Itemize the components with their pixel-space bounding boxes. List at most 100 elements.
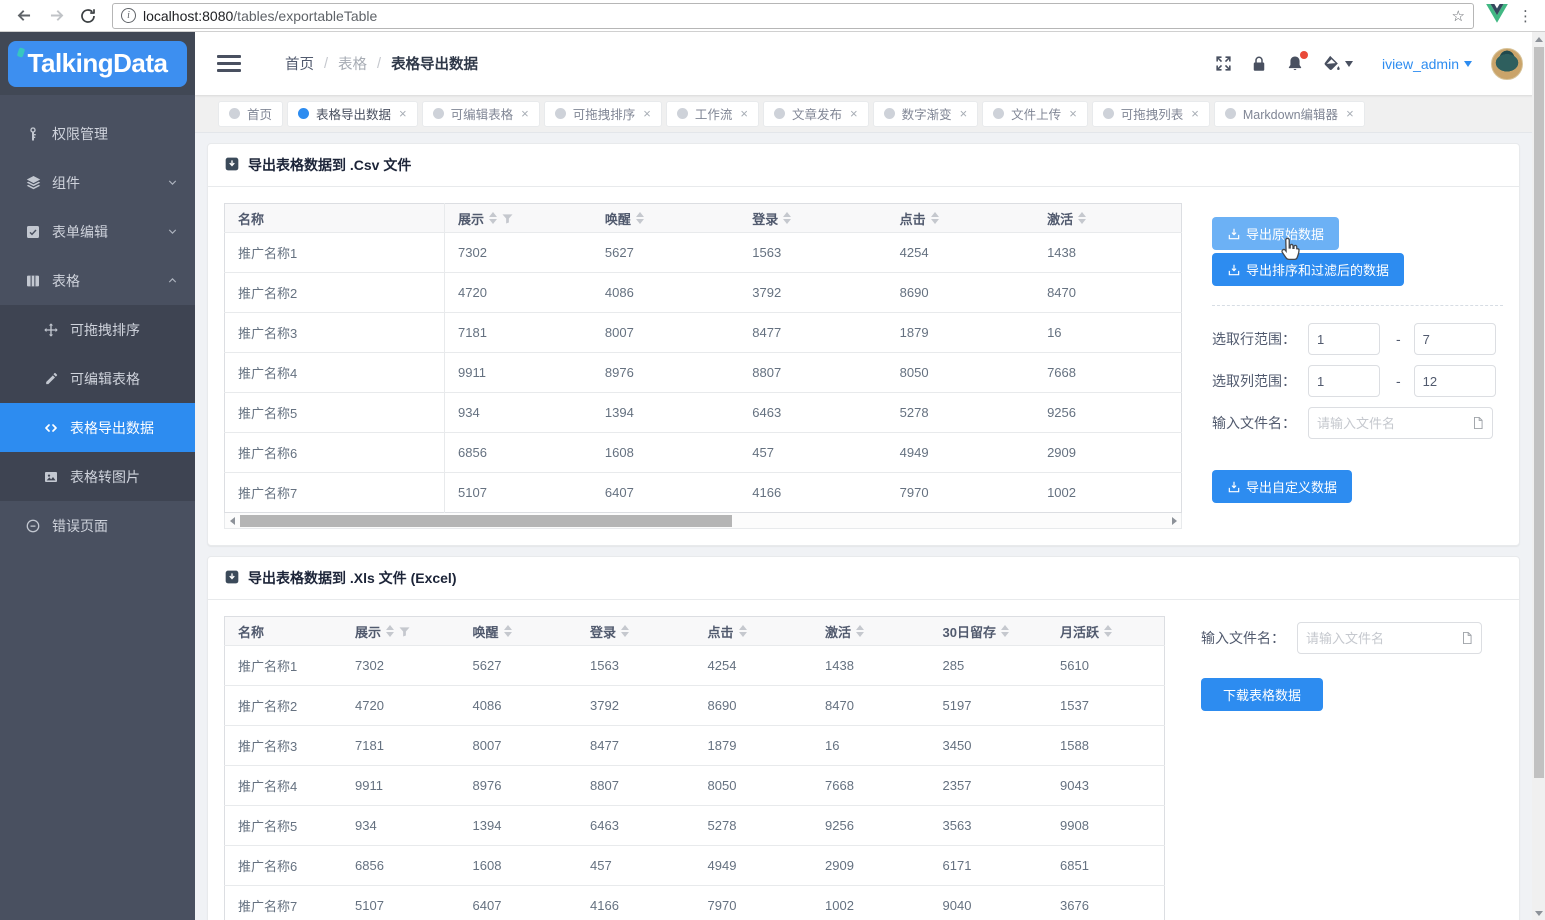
tab-close-icon[interactable]: × [643, 106, 651, 121]
lock-icon[interactable] [1250, 55, 1268, 73]
tab-item[interactable]: 可编辑表格 × [421, 100, 540, 127]
col-range-to-input[interactable] [1413, 365, 1496, 397]
column-header[interactable]: 登录 [577, 616, 695, 646]
browser-back-icon[interactable] [12, 4, 36, 28]
avatar[interactable] [1491, 47, 1523, 80]
scroll-left-arrow-icon[interactable] [225, 513, 239, 528]
tab-close-icon[interactable]: × [740, 106, 748, 121]
tab-item[interactable]: 可拖拽排序 × [543, 100, 662, 127]
column-header[interactable]: 登录 [739, 203, 887, 233]
breadcrumb-home[interactable]: 首页 [285, 53, 314, 74]
tab-close-icon[interactable]: × [1346, 106, 1354, 121]
browser-forward-icon[interactable] [44, 4, 68, 28]
sort-caret-icon[interactable] [738, 625, 747, 637]
bookmark-star-icon[interactable]: ☆ [1452, 7, 1465, 25]
tab-item[interactable]: 工作流 × [665, 100, 759, 127]
sort-caret-icon[interactable] [930, 212, 939, 224]
col-range-label: 选取列范围： [1212, 373, 1296, 389]
page-scrollbar[interactable] [1532, 32, 1545, 920]
sidebar-item-label: 组件 [52, 174, 80, 191]
export-custom-data-button[interactable]: 导出自定义数据 [1212, 470, 1353, 503]
sidebar-item-editable-table[interactable]: 可编辑表格 [0, 354, 195, 403]
column-header[interactable]: 30日留存 [929, 616, 1047, 646]
column-header[interactable]: 点击 [886, 203, 1035, 233]
column-header[interactable]: 展示 [444, 203, 592, 233]
row-range-to-input[interactable] [1413, 323, 1496, 355]
csv-filename-input[interactable] [1308, 407, 1493, 439]
column-label: 名称 [238, 624, 265, 640]
tab-item[interactable]: 可拖拽列表 × [1091, 100, 1210, 127]
sort-caret-icon[interactable] [503, 625, 512, 637]
sort-caret-icon[interactable] [621, 625, 630, 637]
hamburger-menu-icon[interactable] [217, 55, 241, 72]
column-label: 激活 [825, 624, 852, 640]
tab-item[interactable]: 表格导出数据 × [287, 100, 418, 127]
sort-caret-icon[interactable] [386, 625, 395, 637]
row-range-from-input[interactable] [1308, 323, 1380, 355]
scrollbar-thumb[interactable] [1533, 47, 1544, 778]
tab-item[interactable]: 文章发布 × [762, 100, 869, 127]
breadcrumb-tables[interactable]: 表格 [338, 53, 367, 74]
sort-caret-icon[interactable] [489, 212, 498, 224]
fullscreen-icon[interactable] [1214, 54, 1233, 73]
scroll-up-arrow-icon[interactable] [1532, 32, 1545, 46]
tab-close-icon[interactable]: × [521, 106, 529, 121]
column-header[interactable]: 唤醒 [459, 616, 577, 646]
tab-label: 数字渐变 [901, 108, 952, 122]
col-range-from-input[interactable] [1308, 365, 1380, 397]
sidebar-item-exportable-table[interactable]: 表格导出数据 [0, 403, 195, 452]
sidebar-item-tables[interactable]: 表格 [0, 256, 195, 305]
vue-devtools-icon[interactable] [1486, 3, 1508, 28]
tab-close-icon[interactable]: × [1069, 106, 1077, 121]
table-cell: 8477 [590, 738, 619, 753]
tab-close-icon[interactable]: × [1191, 106, 1199, 121]
column-header[interactable]: 激活 [812, 616, 930, 646]
csv-export-panel: 导出原始数据 导出排序和过滤后的数据 选取行范围： - [1212, 203, 1503, 503]
column-header[interactable]: 展示 [342, 616, 460, 646]
sidebar-menu: 权限管理 组件 表单编辑 表格 可拖拽排序 可编辑表格 表格导出数据 表格转图片… [0, 95, 195, 550]
export-raw-data-button[interactable]: 导出原始数据 [1212, 217, 1340, 250]
column-header[interactable]: 月活跃 [1047, 616, 1165, 646]
column-header[interactable]: 激活 [1034, 203, 1182, 233]
sort-caret-icon[interactable] [856, 625, 865, 637]
page-info-icon[interactable]: i [121, 8, 136, 23]
table-horizontal-scrollbar[interactable] [224, 513, 1182, 529]
browser-menu-icon[interactable]: ⋮ [1518, 7, 1533, 25]
sort-caret-icon[interactable] [1104, 625, 1113, 637]
scrollbar-thumb[interactable] [240, 514, 732, 527]
sort-caret-icon[interactable] [635, 212, 644, 224]
xls-filename-input[interactable] [1297, 622, 1482, 654]
sort-caret-icon[interactable] [1078, 212, 1087, 224]
sort-caret-icon[interactable] [783, 212, 792, 224]
sidebar-item-table-to-image[interactable]: 表格转图片 [0, 452, 195, 501]
browser-refresh-icon[interactable] [76, 4, 100, 28]
user-dropdown[interactable]: iview_admin [1382, 56, 1472, 72]
sidebar-item-permission[interactable]: 权限管理 [0, 109, 195, 158]
sidebar-item-components[interactable]: 组件 [0, 158, 195, 207]
tab-label: 文件上传 [1011, 108, 1062, 122]
theme-paint-icon[interactable] [1322, 54, 1353, 73]
column-header[interactable]: 点击 [694, 616, 812, 646]
xls-table: 名称 展示 唤醒 登录 点击 激活 30日留存 月活跃 推广名称1 7302 5627 1563 425… [224, 616, 1165, 920]
scroll-down-arrow-icon[interactable] [1532, 906, 1545, 920]
tab-item[interactable]: 首页 [218, 100, 284, 127]
tab-item[interactable]: 文件上传 × [982, 100, 1088, 127]
export-sorted-filtered-button[interactable]: 导出排序和过滤后的数据 [1212, 253, 1405, 286]
column-header[interactable]: 唤醒 [591, 203, 740, 233]
tab-close-icon[interactable]: × [399, 106, 407, 121]
sort-caret-icon[interactable] [1000, 625, 1009, 637]
filter-icon[interactable] [399, 626, 410, 637]
download-table-data-button[interactable]: 下载表格数据 [1201, 678, 1324, 711]
sidebar-item-error-pages[interactable]: 错误页面 [0, 501, 195, 550]
tab-item[interactable]: Markdown编辑器 × [1213, 100, 1365, 127]
tab-close-icon[interactable]: × [960, 106, 968, 121]
scroll-right-arrow-icon[interactable] [1167, 513, 1181, 528]
tab-item[interactable]: 数字渐变 × [872, 100, 979, 127]
talkingdata-logo[interactable]: TalkingData [8, 40, 187, 87]
url-bar[interactable]: i localhost:8080/tables/exportableTable … [112, 2, 1474, 29]
notification-bell-icon[interactable] [1285, 50, 1308, 74]
tab-close-icon[interactable]: × [850, 106, 858, 121]
sidebar-item-form-edit[interactable]: 表单编辑 [0, 207, 195, 256]
sidebar-item-drag-sort[interactable]: 可拖拽排序 [0, 305, 195, 354]
filter-icon[interactable] [502, 213, 513, 224]
